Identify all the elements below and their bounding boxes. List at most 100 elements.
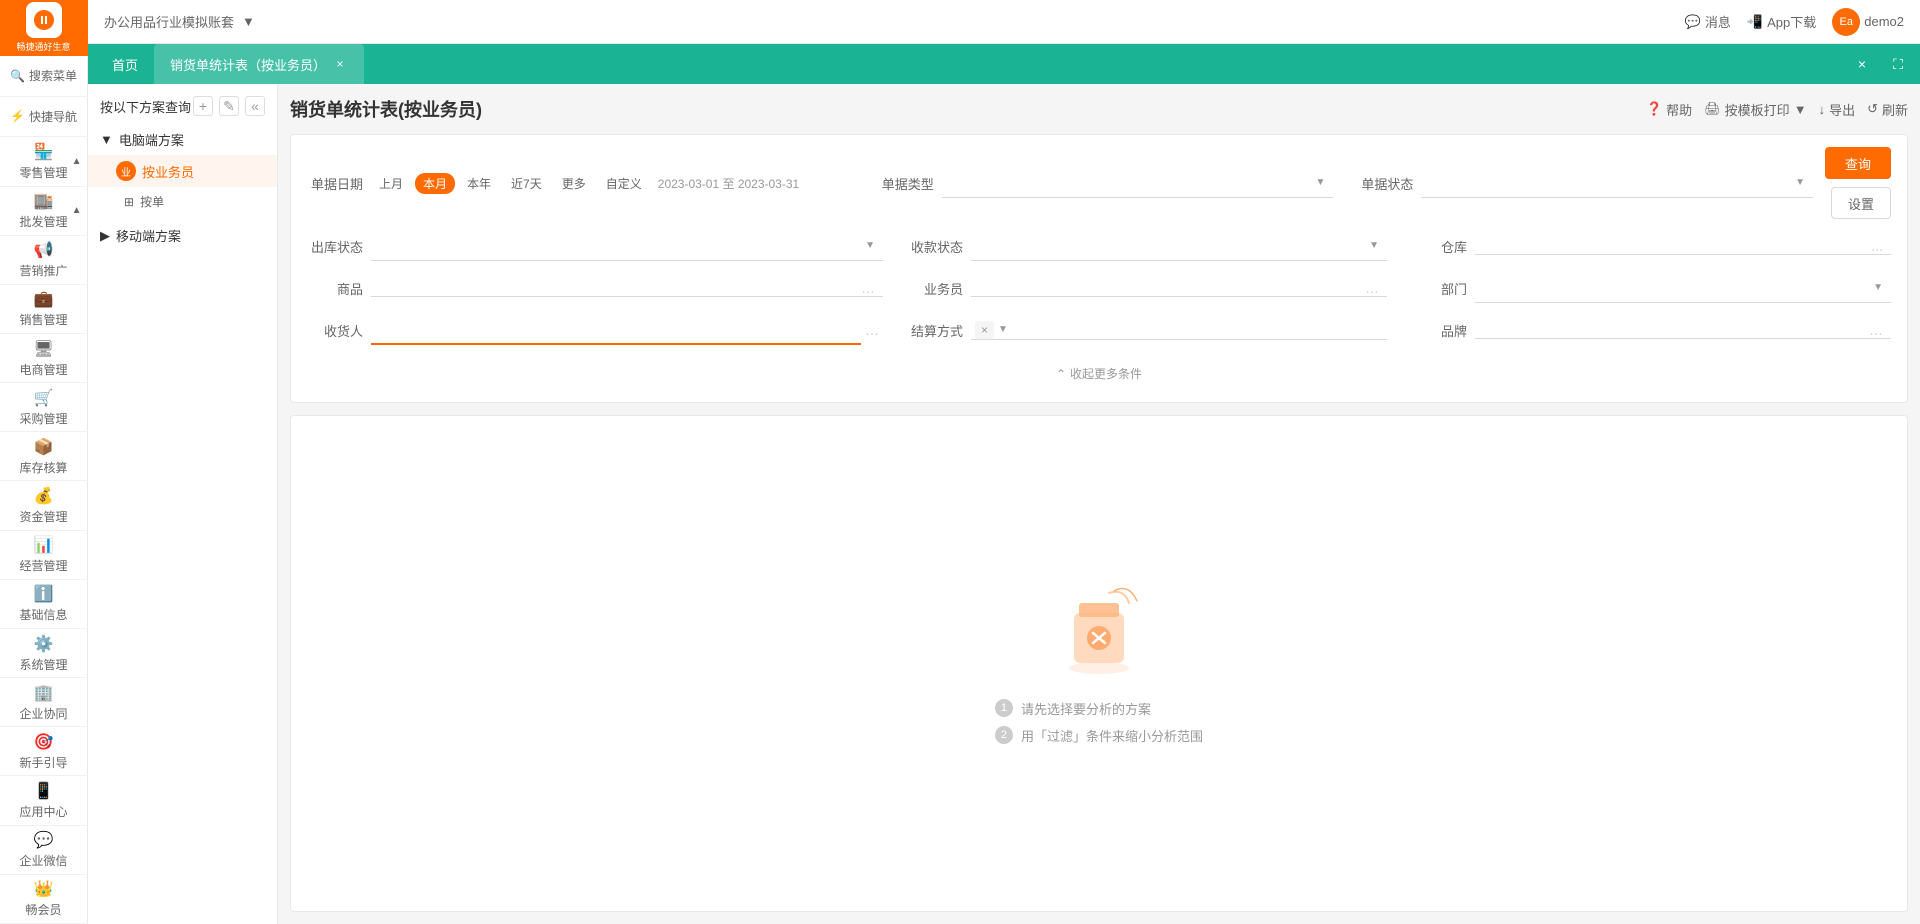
sidebar-item-newbie[interactable]: 🎯 新手引导 <box>0 727 88 776</box>
date-btn-custom[interactable]: 自定义 <box>598 173 650 194</box>
finance-icon: 💰 <box>34 486 54 506</box>
filter-settle-method: 结算方式 × ▼ <box>907 321 1387 340</box>
action-buttons: 查询 设置 <box>1825 147 1891 219</box>
basic-icon: ℹ️ <box>34 584 54 604</box>
date-btn-last-month[interactable]: 上月 <box>371 173 411 194</box>
refresh-icon: ↺ <box>1867 101 1878 117</box>
sidebar-item-operations[interactable]: 📊 经营管理 <box>0 531 88 580</box>
sidebar-item-sales[interactable]: 💼 销售管理 <box>0 285 88 334</box>
purchase-icon: 🛒 <box>34 388 54 408</box>
setting-button[interactable]: 设置 <box>1831 187 1891 219</box>
sidebar-search[interactable]: 🔍 搜索菜单 <box>0 56 88 97</box>
doc-type-arrow: ▼ <box>1315 177 1325 188</box>
filter-date: 单据日期 上月 本月 本年 近7天 更多 自定义 2023-03-01 至 20… <box>307 173 854 194</box>
collect-status-label: 收款状态 <box>907 237 963 256</box>
scheme-sub-item-order[interactable]: ⊞ 按单 <box>88 187 277 216</box>
tab-close-window[interactable]: × <box>1848 50 1876 78</box>
system-icon: ⚙️ <box>34 634 54 654</box>
sidebar-item-inventory[interactable]: 📦 库存核算 <box>0 432 88 481</box>
filter-row-3: 商品 … 业务员 … 部门 <box>307 273 1891 303</box>
top-header: 办公用品行业模拟账套 ▼ 💬 消息 📲 App下载 Ea demo2 <box>88 0 1920 44</box>
date-btn-this-year[interactable]: 本年 <box>459 173 499 194</box>
refresh-btn[interactable]: ↺ 刷新 <box>1867 100 1908 119</box>
warehouse-label: 仓库 <box>1411 237 1467 256</box>
tab-sales-stat[interactable]: 销货单统计表（按业务员） × <box>154 44 364 84</box>
expand-arrow: ▲ <box>72 156 82 167</box>
sidebar: 畅捷通好生意 🔍 搜索菜单 ⚡ 快捷导航 🏪 零售管理 ▲ 🏬 批发管理 ▲ 📢… <box>0 0 88 924</box>
group-collapsed-icon: ▶ <box>100 228 110 244</box>
enterprise-icon: 🏢 <box>34 683 54 703</box>
sidebar-item-member[interactable]: 👑 畅会员 <box>0 875 88 924</box>
apps-icon: 📱 <box>34 781 54 801</box>
scheme-group-mobile: ▶ 移动端方案 <box>88 220 277 251</box>
tab-close-btn[interactable]: × <box>332 56 348 72</box>
sidebar-item-purchase[interactable]: 🛒 采购管理 <box>0 383 88 432</box>
add-scheme-btn[interactable]: + <box>193 96 213 116</box>
help-btn[interactable]: ❓ 帮助 <box>1646 100 1692 119</box>
message-btn[interactable]: 💬 消息 <box>1685 12 1731 31</box>
scheme-group-pc-header[interactable]: ▼ 电脑端方案 <box>88 124 277 155</box>
scheme-group-pc: ▼ 电脑端方案 业 按业务员 ⊞ 按单 <box>88 124 277 216</box>
newbie-icon: 🎯 <box>34 732 54 752</box>
print-dropdown-icon: ▼ <box>1794 102 1807 117</box>
scheme-group-mobile-header[interactable]: ▶ 移动端方案 <box>88 220 277 251</box>
sidebar-item-enterprise[interactable]: 🏢 企业协同 <box>0 678 88 727</box>
collect-status-select[interactable]: ▼ <box>971 231 1387 261</box>
app-download-btn[interactable]: 📲 App下载 <box>1747 12 1816 31</box>
out-status-arrow: ▼ <box>865 240 875 251</box>
sidebar-item-basic[interactable]: ℹ️ 基础信息 <box>0 580 88 629</box>
sidebar-item-retail[interactable]: 🏪 零售管理 ▲ <box>0 137 88 186</box>
collapse-panel-btn[interactable]: « <box>245 96 265 116</box>
avatar: Ea <box>1832 8 1860 36</box>
sidebar-item-finance[interactable]: 💰 资金管理 <box>0 481 88 530</box>
receiver-dots[interactable]: … <box>861 322 883 338</box>
tab-bar: 首页 销货单统计表（按业务员） × × ⛶ <box>88 44 1920 84</box>
sidebar-logo: 畅捷通好生意 <box>0 0 88 56</box>
filter-doc-status: 单据状态 ▼ <box>1357 168 1813 198</box>
doc-type-select[interactable]: ▼ <box>942 168 1334 198</box>
receiver-input[interactable] <box>371 315 861 345</box>
collapse-btn[interactable]: ⌃ 收起更多条件 <box>1048 357 1150 390</box>
scheme-item-salesman[interactable]: 业 按业务员 <box>88 155 277 187</box>
print-btn[interactable]: 🖨 按模板打印 ▼ <box>1704 100 1806 119</box>
sidebar-item-ecom[interactable]: 🖥 电商管理 <box>0 334 88 383</box>
department-select[interactable]: ▼ <box>1475 273 1891 303</box>
filter-section: 单据日期 上月 本月 本年 近7天 更多 自定义 2023-03-01 至 20… <box>290 134 1908 403</box>
edit-scheme-btn[interactable]: ✎ <box>219 96 239 116</box>
sidebar-item-apps[interactable]: 📱 应用中心 <box>0 776 88 825</box>
left-panel-btns: + ✎ « <box>193 96 265 116</box>
date-btn-more[interactable]: 更多 <box>554 173 594 194</box>
department-arrow: ▼ <box>1873 282 1883 293</box>
settle-method-tag: × <box>975 321 994 339</box>
doc-status-select[interactable]: ▼ <box>1421 168 1813 198</box>
user-btn[interactable]: Ea demo2 <box>1832 8 1904 36</box>
query-button[interactable]: 查询 <box>1825 147 1891 179</box>
tip-num-1: 1 <box>995 699 1013 717</box>
settle-method-tag-close[interactable]: × <box>981 323 988 337</box>
tab-home[interactable]: 首页 <box>96 44 154 84</box>
out-status-select[interactable]: ▼ <box>371 231 883 261</box>
sidebar-shortcut[interactable]: ⚡ 快捷导航 <box>0 97 88 138</box>
sidebar-item-system[interactable]: ⚙️ 系统管理 <box>0 629 88 678</box>
sidebar-item-corp-wechat[interactable]: 💬 企业微信 <box>0 826 88 875</box>
breadcrumb: 办公用品行业模拟账套 ▼ <box>104 12 255 31</box>
main-wrapper: 办公用品行业模拟账套 ▼ 💬 消息 📲 App下载 Ea demo2 首页 <box>88 0 1920 924</box>
sidebar-item-marketing[interactable]: 📢 营销推广 <box>0 236 88 285</box>
collect-status-arrow: ▼ <box>1369 240 1379 251</box>
tab-fullscreen[interactable]: ⛶ <box>1884 50 1912 78</box>
salesman-dots[interactable]: … <box>1361 280 1383 296</box>
member-icon: 👑 <box>34 879 54 899</box>
export-btn[interactable]: ↓ 导出 <box>1819 100 1856 119</box>
empty-illustration <box>1049 583 1149 683</box>
brand-dots[interactable]: … <box>1865 322 1887 338</box>
date-btn-7days[interactable]: 近7天 <box>503 173 550 194</box>
date-btn-this-month[interactable]: 本月 <box>415 173 455 194</box>
doc-type-label: 单据类型 <box>878 174 934 193</box>
operations-icon: 📊 <box>34 535 54 555</box>
goods-dots[interactable]: … <box>857 280 879 296</box>
inventory-icon: 📦 <box>34 437 54 457</box>
warehouse-dots[interactable]: ... <box>1867 238 1887 254</box>
download-icon: 📲 <box>1747 14 1763 30</box>
sidebar-item-wholesale[interactable]: 🏬 批发管理 ▲ <box>0 187 88 236</box>
left-panel-header: 按以下方案查询 + ✎ « <box>88 96 277 124</box>
